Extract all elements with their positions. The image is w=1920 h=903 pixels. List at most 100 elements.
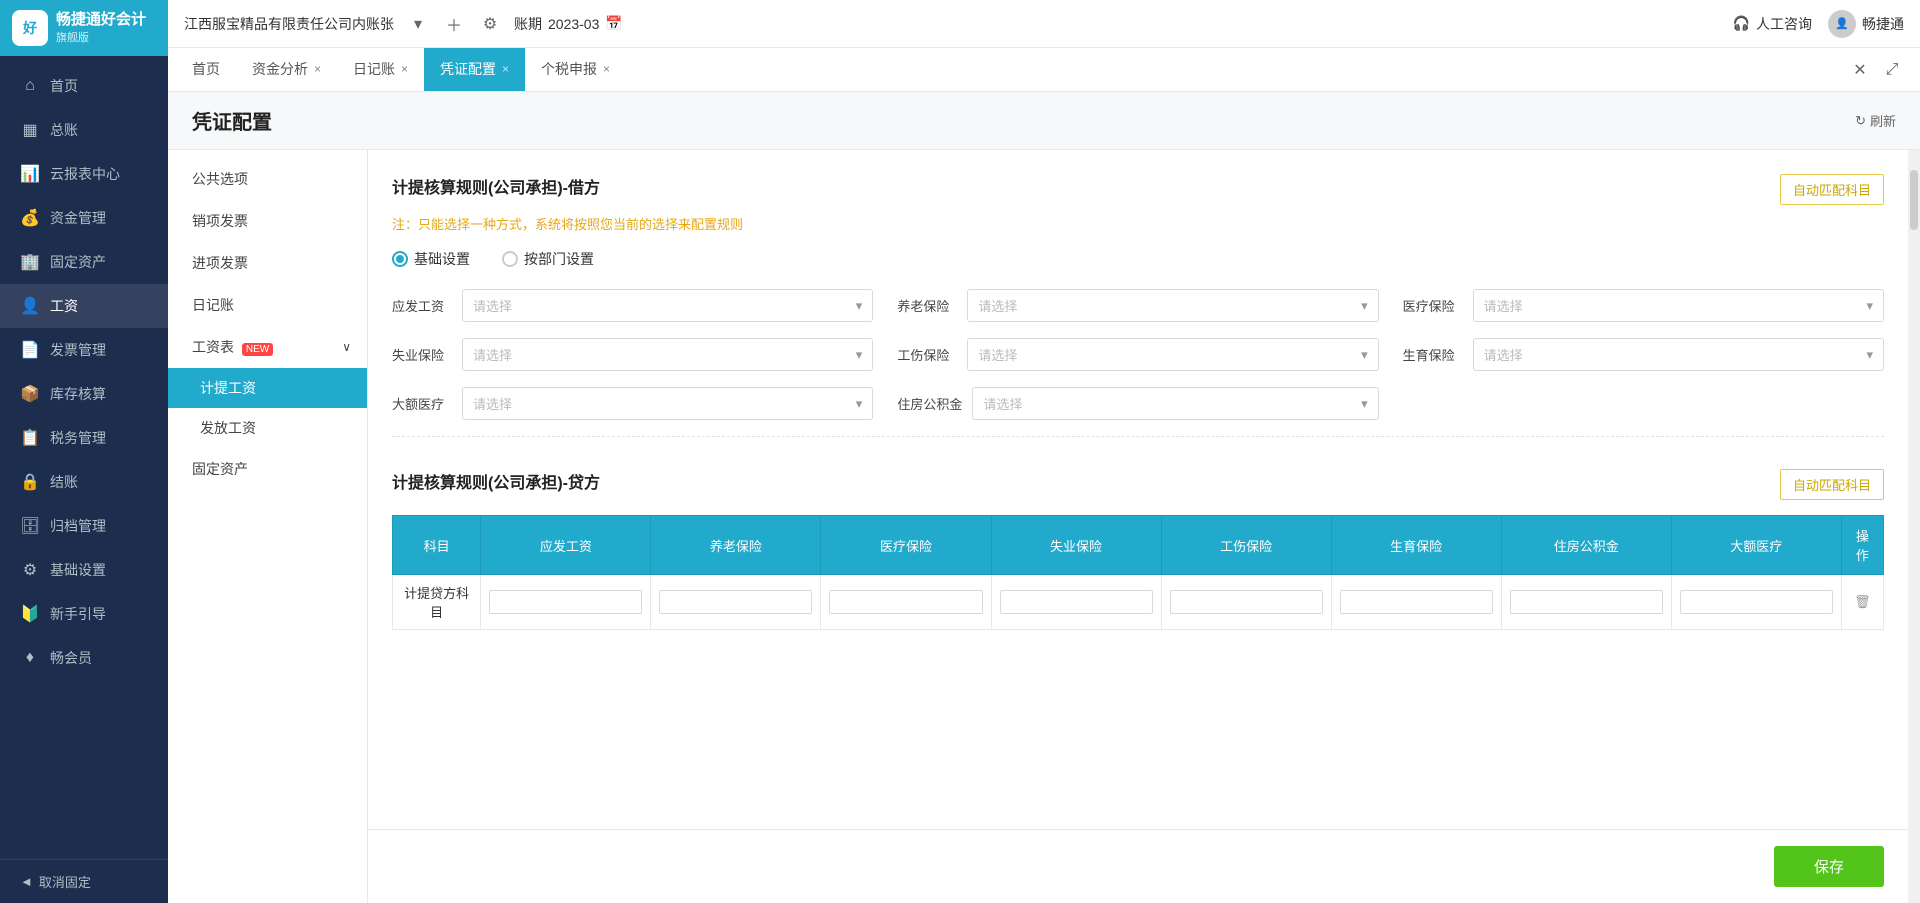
input-unemployment-credit[interactable]: [1000, 590, 1153, 614]
avatar: 👤: [1828, 10, 1856, 38]
menu-item-fixed-assets[interactable]: 固定资产: [168, 448, 367, 490]
sidebar-item-vip[interactable]: ♦ 畅会员: [0, 636, 168, 680]
form-item-medical: 医疗保险 请选择 ▾: [1403, 289, 1884, 322]
radio-dept-circle: [502, 251, 518, 267]
select-salary[interactable]: 请选择 ▾: [462, 289, 873, 322]
delete-icon[interactable]: 🗑: [1854, 594, 1871, 609]
ledger-icon: ▦: [20, 120, 40, 140]
right-panel: 计提核算规则(公司承担)-借方 自动匹配科目 注：只能选择一种方式，系统将按照您…: [368, 150, 1908, 903]
sidebar-item-reports[interactable]: 📊 云报表中心: [0, 152, 168, 196]
col-pension: 养老保险: [651, 516, 821, 575]
menu-sub-item-pay[interactable]: 发放工资: [168, 408, 367, 448]
credit-table: 科目 应发工资 养老保险 医疗保险 失业保险 工伤保险 生育保险 住房公积金 大…: [392, 515, 1884, 630]
period-display: 账期 2023-03 📅: [514, 14, 623, 34]
select-injury-arrow: ▾: [1361, 347, 1368, 363]
close-all-btn[interactable]: ✕: [1848, 58, 1872, 82]
col-subject: 科目: [393, 516, 481, 575]
content-body: 公共选项 销项发票 进项发票 日记账 工资表 NEW ∨: [168, 150, 1920, 903]
select-injury-placeholder: 请选择: [978, 345, 1017, 364]
badge-new: NEW: [242, 343, 273, 356]
sidebar-item-tax[interactable]: 📋 税务管理: [0, 416, 168, 460]
unpin-label: 取消固定: [39, 872, 91, 891]
tab-funds[interactable]: 资金分析 ×: [236, 48, 337, 91]
settings-btn[interactable]: ⚙: [478, 12, 502, 36]
sidebar-item-assets[interactable]: 🏢 固定资产: [0, 240, 168, 284]
right-content: 计提核算规则(公司承担)-借方 自动匹配科目 注：只能选择一种方式，系统将按照您…: [368, 150, 1908, 829]
assets-icon: 🏢: [20, 252, 40, 272]
add-company-btn[interactable]: ＋: [442, 12, 466, 36]
company-name: 江西服宝精品有限责任公司内账张: [184, 14, 394, 34]
logo-icon: 好: [12, 10, 48, 46]
select-maternity[interactable]: 请选择 ▾: [1473, 338, 1884, 371]
credit-auto-match-btn[interactable]: 自动匹配科目: [1780, 469, 1884, 500]
select-maternity-arrow: ▾: [1866, 347, 1873, 363]
form-item-maternity: 生育保险 请选择 ▾: [1403, 338, 1884, 371]
tab-journal[interactable]: 日记账 ×: [337, 48, 424, 91]
menu-item-public[interactable]: 公共选项: [168, 158, 367, 200]
tab-tax-close[interactable]: ×: [603, 62, 610, 76]
sidebar-item-home[interactable]: ⌂ 首页: [0, 64, 168, 108]
menu-item-salary-table[interactable]: 工资表 NEW ∨: [168, 326, 367, 368]
tab-tax[interactable]: 个税申报 ×: [525, 48, 626, 91]
radio-dept[interactable]: 按部门设置: [502, 249, 594, 269]
form-item-housing: 住房公积金 请选择 ▾: [897, 387, 1378, 420]
debit-auto-match-btn[interactable]: 自动匹配科目: [1780, 174, 1884, 205]
scroll-thumb[interactable]: [1910, 170, 1918, 230]
unpin-button[interactable]: ◄ 取消固定: [0, 859, 168, 903]
input-medical-credit[interactable]: [829, 590, 982, 614]
sidebar-item-invoice[interactable]: 📄 发票管理: [0, 328, 168, 372]
select-medical[interactable]: 请选择 ▾: [1473, 289, 1884, 322]
company-dropdown-btn[interactable]: ▾: [406, 12, 430, 36]
input-pension-credit[interactable]: [659, 590, 812, 614]
menu-sub-item-accrue[interactable]: 计提工资: [168, 368, 367, 408]
tab-funds-close[interactable]: ×: [314, 62, 321, 76]
radio-basic-label: 基础设置: [414, 249, 470, 269]
sidebar-item-ledger[interactable]: ▦ 总账: [0, 108, 168, 152]
service-btn[interactable]: 🎧 人工咨询: [1733, 14, 1812, 34]
col-large-medical: 大额医疗: [1671, 516, 1841, 575]
select-medical-arrow: ▾: [1866, 298, 1873, 314]
tab-voucher[interactable]: 凭证配置 ×: [424, 48, 525, 91]
input-housing-credit[interactable]: [1510, 590, 1663, 614]
tab-voucher-close[interactable]: ×: [502, 62, 509, 76]
sidebar-item-archive[interactable]: 🗄 归档管理: [0, 504, 168, 548]
select-salary-arrow: ▾: [856, 298, 863, 314]
sidebar-item-close[interactable]: 🔒 结账: [0, 460, 168, 504]
sidebar-item-salary[interactable]: 👤 工资: [0, 284, 168, 328]
sidebar-item-guide[interactable]: 🔰 新手引导: [0, 592, 168, 636]
save-button[interactable]: 保存: [1774, 846, 1884, 887]
refresh-btn[interactable]: ↻ 刷新: [1855, 111, 1896, 130]
label-medical: 医疗保险: [1403, 296, 1463, 315]
label-pension: 养老保险: [897, 296, 957, 315]
input-large-medical-credit[interactable]: [1680, 590, 1833, 614]
select-housing-arrow: ▾: [1361, 396, 1368, 412]
radio-basic[interactable]: 基础设置: [392, 249, 470, 269]
select-housing[interactable]: 请选择 ▾: [972, 387, 1378, 420]
user-area[interactable]: 👤 畅捷通: [1828, 10, 1904, 38]
tab-voucher-label: 凭证配置: [440, 59, 496, 79]
menu-item-journal[interactable]: 日记账: [168, 284, 367, 326]
sidebar-item-funds[interactable]: 💰 资金管理: [0, 196, 168, 240]
tab-journal-close[interactable]: ×: [401, 62, 408, 76]
input-maternity-credit[interactable]: [1340, 590, 1493, 614]
expand-btn[interactable]: ⤢: [1880, 58, 1904, 82]
select-unemployment-placeholder: 请选择: [473, 345, 512, 364]
select-large-medical[interactable]: 请选择 ▾: [462, 387, 873, 420]
select-injury[interactable]: 请选择 ▾: [967, 338, 1378, 371]
period-value: 2023-03: [548, 16, 599, 32]
sidebar-item-inventory[interactable]: 📦 库存核算: [0, 372, 168, 416]
sidebar-vip-label: 畅会员: [50, 648, 92, 668]
select-unemployment-arrow: ▾: [856, 347, 863, 363]
input-injury-credit[interactable]: [1170, 590, 1323, 614]
sidebar-item-settings[interactable]: ⚙ 基础设置: [0, 548, 168, 592]
funds-icon: 💰: [20, 208, 40, 228]
select-pension[interactable]: 请选择 ▾: [967, 289, 1378, 322]
menu-item-purchase[interactable]: 进项发票: [168, 242, 367, 284]
tab-home[interactable]: 首页: [176, 48, 236, 91]
menu-item-sales[interactable]: 销项发票: [168, 200, 367, 242]
logo-text-area: 畅捷通好会计 旗舰版: [56, 11, 146, 45]
label-maternity: 生育保险: [1403, 345, 1463, 364]
select-unemployment[interactable]: 请选择 ▾: [462, 338, 873, 371]
inventory-icon: 📦: [20, 384, 40, 404]
input-salary-credit[interactable]: [489, 590, 642, 614]
